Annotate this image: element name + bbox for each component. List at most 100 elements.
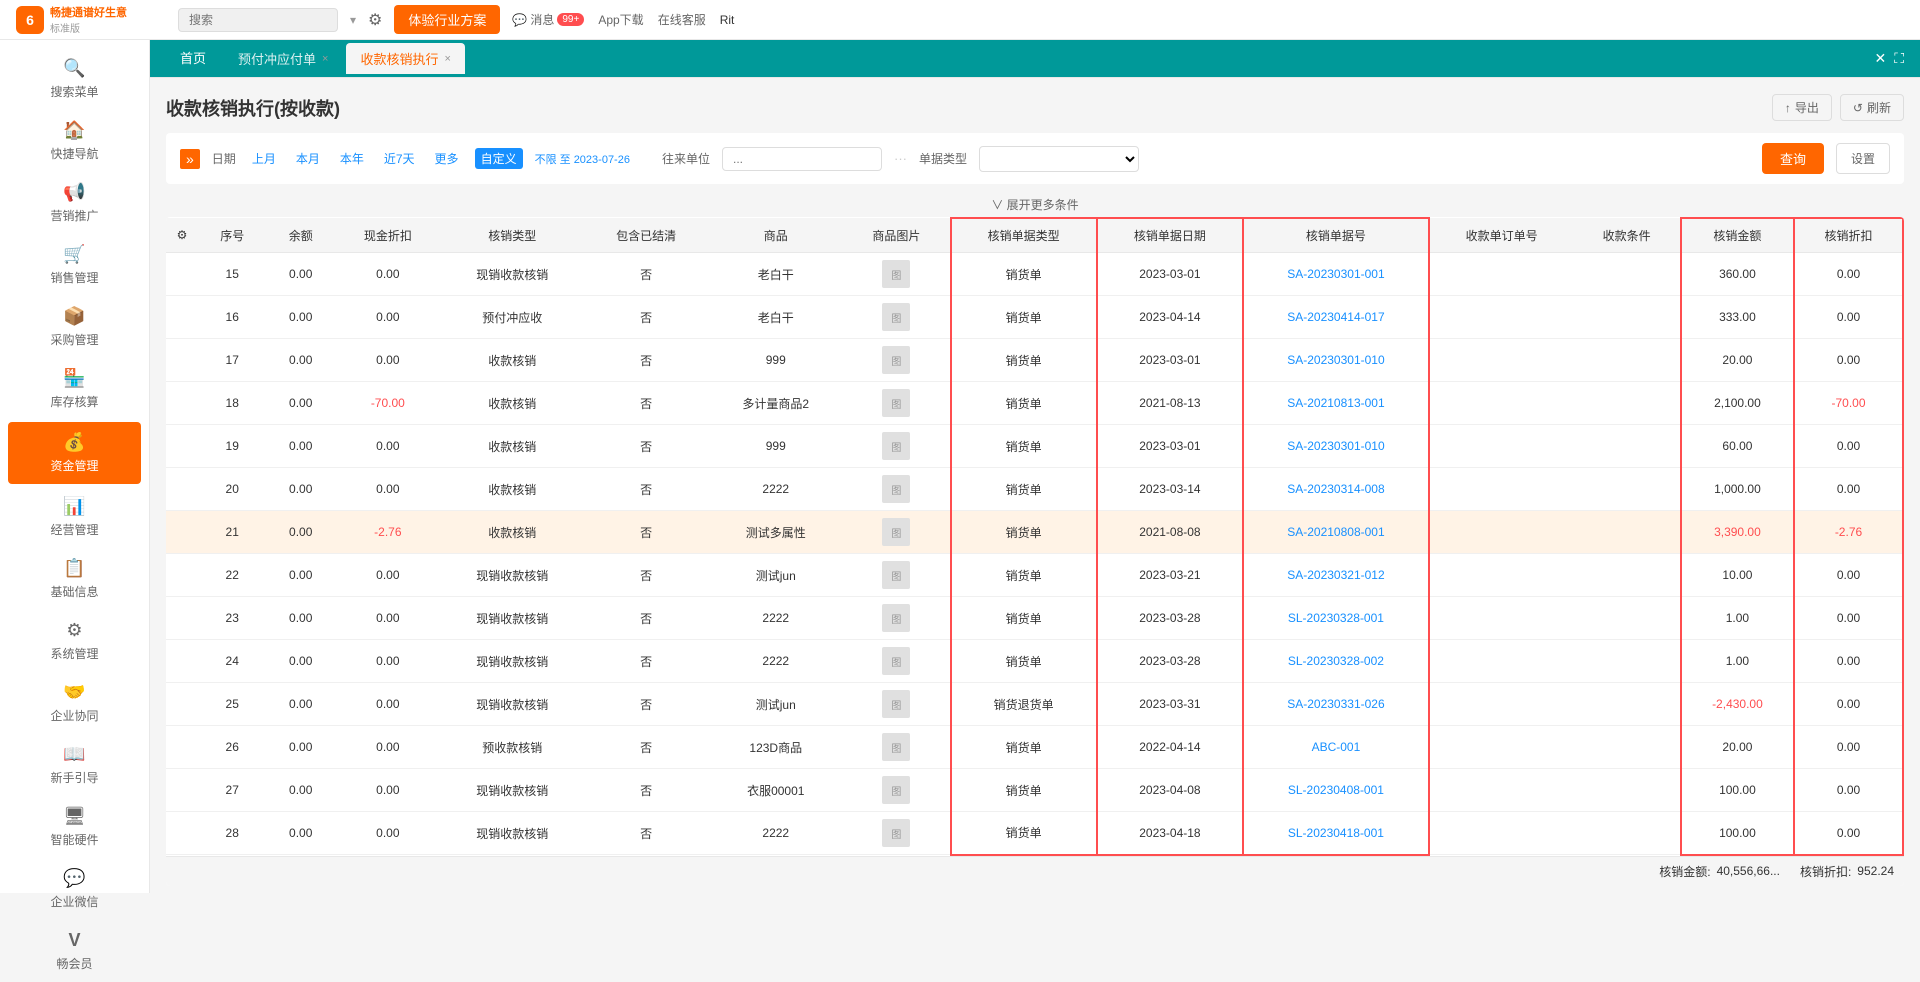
sidebar-item-inventory[interactable]: 🏪 库存核算: [0, 358, 149, 420]
sidebar-label-hardware: 智能硬件: [50, 831, 98, 848]
cancel-bill-no-link[interactable]: SA-20210813-001: [1287, 396, 1384, 410]
tab-expand-button[interactable]: ⛶: [1894, 50, 1904, 67]
tab-receipt-cancel-close[interactable]: ×: [444, 53, 450, 65]
sidebar-item-system[interactable]: ⚙ 系统管理: [0, 610, 149, 672]
cell-num: 23: [198, 597, 266, 640]
cancel-bill-no-link[interactable]: SA-20230414-017: [1287, 310, 1384, 324]
sidebar-item-guide[interactable]: 📖 新手引导: [0, 734, 149, 796]
settings-icon[interactable]: ⚙: [368, 10, 382, 30]
filter-expand-btn[interactable]: »: [180, 149, 200, 169]
cell-settings: [166, 683, 198, 726]
cancel-bill-no-link[interactable]: SA-20230301-010: [1287, 439, 1384, 453]
cancel-bill-no-link[interactable]: SA-20230301-010: [1287, 353, 1384, 367]
date-btn-last-month[interactable]: 上月: [248, 148, 280, 169]
cell-cancel-bill-no: SL-20230408-001: [1243, 769, 1429, 812]
cell-cash-discount: 0.00: [335, 253, 441, 296]
cell-num: 25: [198, 683, 266, 726]
date-btn-7days[interactable]: 近7天: [380, 148, 419, 169]
cell-cancel-amount: 20.00: [1681, 339, 1794, 382]
dropdown-icon[interactable]: ▾: [350, 13, 356, 27]
table-footer: 核销金额: 40,556,66... 核销折扣: 952.24: [166, 856, 1904, 886]
cell-receipt-order-no: [1429, 468, 1574, 511]
sidebar-item-basic-info[interactable]: 📋 基础信息: [0, 548, 149, 610]
cancel-bill-no-link[interactable]: SL-20230328-001: [1288, 611, 1384, 625]
cell-cancel-type: 现销收款核销: [441, 253, 584, 296]
export-button[interactable]: ↑ 导出: [1772, 94, 1832, 121]
cell-num: 21: [198, 511, 266, 554]
cancel-bill-no-link[interactable]: SA-20230301-001: [1287, 267, 1384, 281]
cancel-bill-no-link[interactable]: SA-20230321-012: [1287, 568, 1384, 582]
user-name[interactable]: Rit: [720, 13, 735, 27]
sidebar-item-operations[interactable]: 📊 经营管理: [0, 486, 149, 548]
system-icon: ⚙: [66, 620, 82, 641]
message-area[interactable]: 💬 消息 99+: [512, 11, 584, 28]
cell-receipt-order-no: [1429, 683, 1574, 726]
expand-more-icon: ∨: [991, 198, 1003, 212]
tab-receipt-cancel[interactable]: 收款核销执行 ×: [346, 43, 464, 74]
sidebar-item-sales[interactable]: 🛒 销售管理: [0, 234, 149, 296]
cell-product-img: 图: [843, 683, 950, 726]
sidebar-item-enterprise[interactable]: 🤝 企业协同: [0, 672, 149, 734]
sidebar-item-purchase[interactable]: 📦 采购管理: [0, 296, 149, 358]
sidebar-item-marketing[interactable]: 📢 营销推广: [0, 172, 149, 234]
cell-cancel-bill-type: 销货退货单: [951, 683, 1097, 726]
cancel-bill-no-link[interactable]: SL-20230408-001: [1288, 783, 1384, 797]
cell-cancel-bill-date: 2022-04-14: [1097, 726, 1243, 769]
tab-prepaid[interactable]: 预付冲应付单 ×: [224, 43, 342, 74]
date-btn-this-month[interactable]: 本月: [292, 148, 324, 169]
table-row: 17 0.00 0.00 收款核销 否 999 图 销货单 2023-03-01…: [166, 339, 1903, 382]
online-service[interactable]: 在线客服: [658, 11, 706, 28]
date-btn-this-year[interactable]: 本年: [336, 148, 368, 169]
date-btn-more[interactable]: 更多: [431, 148, 463, 169]
cancel-bill-no-link[interactable]: ABC-001: [1312, 740, 1361, 754]
sidebar-item-finance[interactable]: 💰 资金管理: [8, 422, 141, 484]
tab-prepaid-close[interactable]: ×: [322, 53, 328, 65]
cell-include-settled: 否: [584, 597, 708, 640]
cell-settings: [166, 425, 198, 468]
cell-cancel-discount: 0.00: [1794, 296, 1903, 339]
sidebar: 🔍 搜索菜单 🏠 快捷导航 📢 营销推广 🛒 销售管理 📦 采购管理 🏪 库存核…: [0, 40, 150, 893]
cell-product: 2222: [708, 640, 843, 683]
cell-balance: 0.00: [266, 425, 334, 468]
sidebar-item-quick-nav[interactable]: 🏠 快捷导航: [0, 110, 149, 172]
sales-icon: 🛒: [63, 244, 85, 265]
cell-cancel-type: 收款核销: [441, 468, 584, 511]
partner-input[interactable]: [722, 147, 882, 171]
cancel-bill-no-link[interactable]: SA-20230314-008: [1287, 482, 1384, 496]
sidebar-item-hardware[interactable]: 🖥 智能硬件: [0, 796, 149, 858]
top-bar-right: 💬 消息 99+ App下载 在线客服 Rit: [512, 11, 734, 28]
cancel-bill-no-link[interactable]: SA-20230331-026: [1287, 697, 1384, 711]
sidebar-item-search[interactable]: 🔍 搜索菜单: [0, 48, 149, 110]
sidebar-item-member[interactable]: V 畅会员: [0, 920, 149, 982]
refresh-button[interactable]: ↺ 刷新: [1840, 94, 1904, 121]
solution-button[interactable]: 体验行业方案: [394, 5, 500, 34]
table-scroll[interactable]: ⚙ 序号 余额 现金折扣 核销类型 包含已结清 商品 商品图片 核销单据类型 核…: [166, 217, 1904, 856]
cancel-bill-no-link[interactable]: SL-20230418-001: [1288, 826, 1384, 840]
settings-button[interactable]: 设置: [1836, 143, 1890, 174]
bill-type-select[interactable]: [979, 146, 1139, 172]
cell-cancel-bill-type: 销货单: [951, 296, 1097, 339]
logo: 6 畅捷通谱好生意 标准版: [16, 4, 166, 35]
cancel-bill-no-link[interactable]: SL-20230328-002: [1288, 654, 1384, 668]
cell-receipt-order-no: [1429, 296, 1574, 339]
cell-receipt-order-no: [1429, 253, 1574, 296]
date-btn-custom[interactable]: 自定义: [475, 148, 523, 169]
query-button[interactable]: 查询: [1762, 143, 1824, 174]
footer-cancel-amount-label: 核销金额:: [1659, 863, 1710, 880]
cell-cancel-amount: -2,430.00: [1681, 683, 1794, 726]
cell-balance: 0.00: [266, 683, 334, 726]
cell-receipt-order-no: [1429, 339, 1574, 382]
expand-more-btn[interactable]: ∨ 展开更多条件: [991, 196, 1078, 213]
th-cancel-bill-no: 核销单据号: [1243, 218, 1429, 253]
tab-home[interactable]: 首页: [166, 42, 220, 75]
cell-num: 15: [198, 253, 266, 296]
cell-cancel-amount: 10.00: [1681, 554, 1794, 597]
cell-balance: 0.00: [266, 769, 334, 812]
cell-cancel-bill-date: 2023-04-14: [1097, 296, 1243, 339]
tab-close-button[interactable]: ✕: [1874, 50, 1886, 67]
app-download[interactable]: App下载: [598, 11, 643, 28]
cancel-bill-no-link[interactable]: SA-20210808-001: [1287, 525, 1384, 539]
search-input[interactable]: [178, 8, 338, 32]
sidebar-item-wechat[interactable]: 💬 企业微信: [0, 858, 149, 920]
th-settings[interactable]: ⚙: [166, 218, 198, 253]
